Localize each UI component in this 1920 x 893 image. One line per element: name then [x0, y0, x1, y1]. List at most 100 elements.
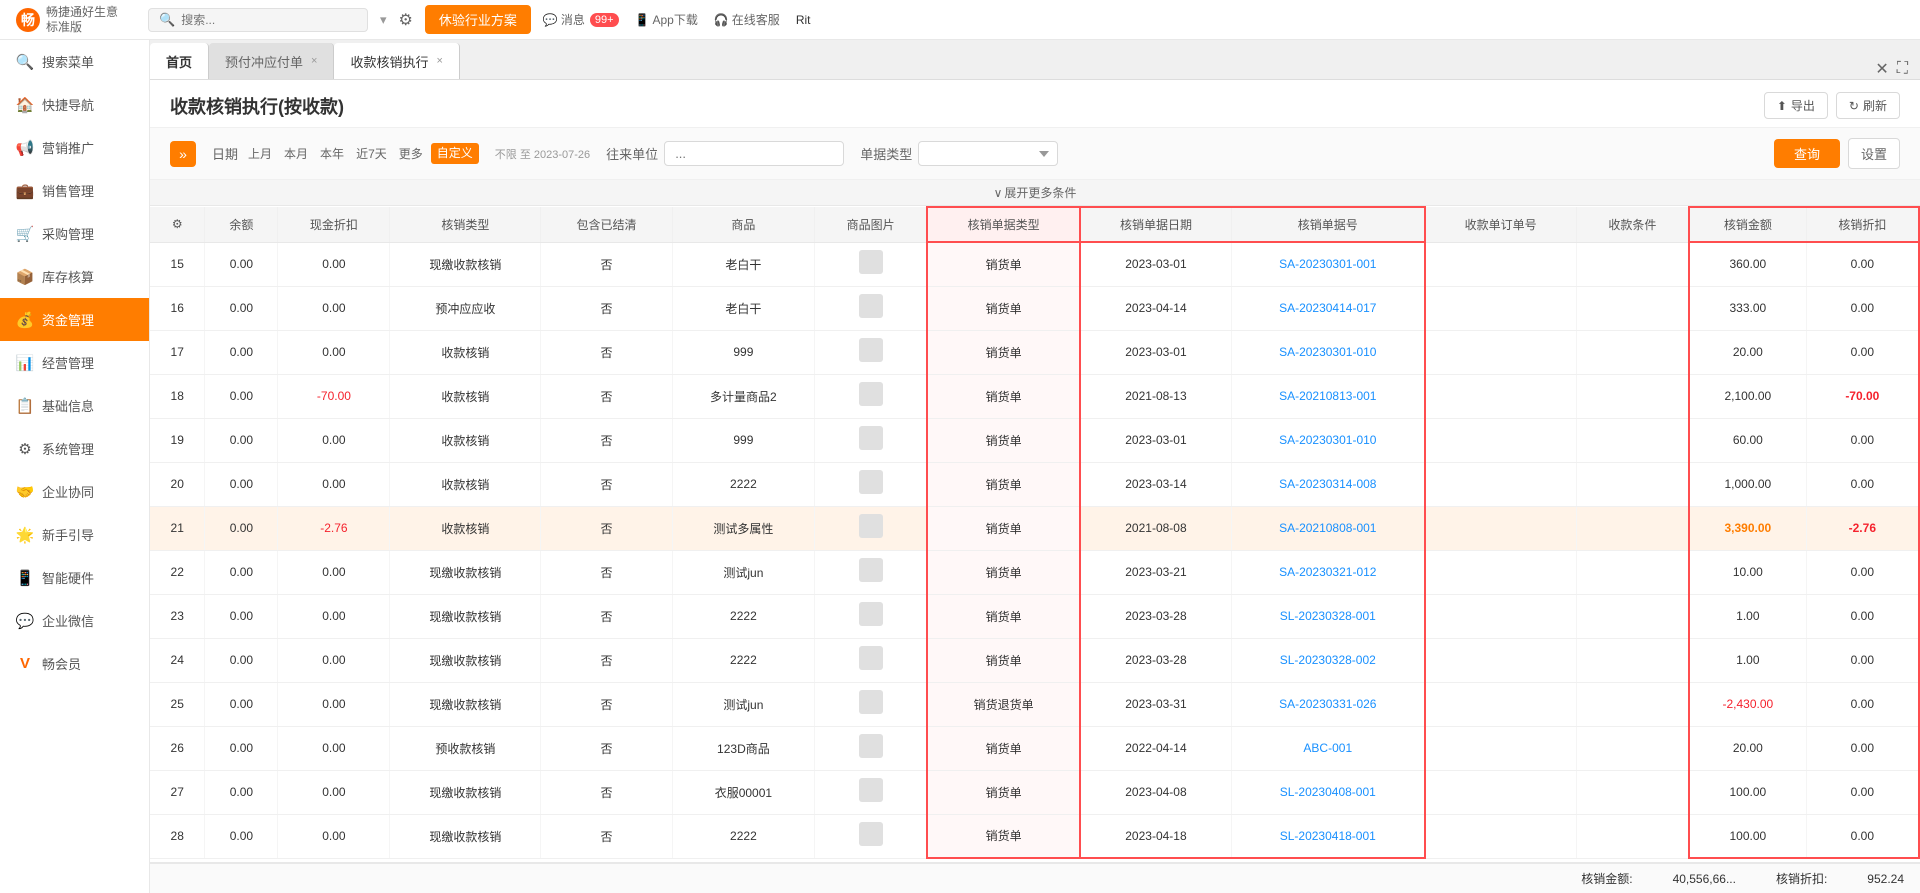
sidebar-item-marketing[interactable]: 📢 营销推广: [0, 126, 149, 169]
table-cell: 2222: [672, 638, 814, 682]
table-cell: 10.00: [1689, 550, 1806, 594]
refresh-btn[interactable]: ↻ 刷新: [1836, 92, 1900, 119]
table-cell: 现缴收款核销: [390, 550, 541, 594]
voucher-no-link[interactable]: SL-20230328-001: [1280, 609, 1376, 623]
table-cell: 2023-04-18: [1080, 814, 1232, 858]
voucher-no-link[interactable]: SA-20230301-001: [1279, 257, 1376, 271]
window-expand-icon[interactable]: ⛶: [1897, 60, 1908, 78]
fund-icon: 💰: [16, 311, 34, 329]
tab-prepay-label: 预付冲应付单: [225, 52, 303, 71]
sidebar-item-corp[interactable]: 🤝 企业协同: [0, 470, 149, 513]
voucher-no-link[interactable]: ABC-001: [1303, 741, 1352, 755]
table-cell: 销货单: [927, 550, 1080, 594]
setting-btn[interactable]: 设置: [1848, 138, 1900, 169]
table-cell: 0.00: [1806, 242, 1919, 286]
voucher-no-link[interactable]: SA-20230321-012: [1279, 565, 1376, 579]
sidebar-item-hw[interactable]: 📱 智能硬件: [0, 556, 149, 599]
industry-btn[interactable]: 休验行业方案: [425, 5, 531, 34]
sidebar-item-stock[interactable]: 📦 库存核算: [0, 255, 149, 298]
sidebar-item-sys[interactable]: ⚙ 系统管理: [0, 427, 149, 470]
table-row: 170.000.00收款核销否999销货单2023-03-01SA-202303…: [150, 330, 1919, 374]
table-cell: 0.00: [205, 330, 278, 374]
sidebar-item-purchase[interactable]: 🛒 采购管理: [0, 212, 149, 255]
table-cell: 2023-03-21: [1080, 550, 1232, 594]
tab-receipt-close[interactable]: ×: [436, 55, 442, 67]
export-btn[interactable]: ⬆ 导出: [1764, 92, 1828, 119]
query-btn[interactable]: 查询: [1774, 139, 1840, 168]
tab-receipt-offset[interactable]: 收款核销执行 ×: [334, 43, 459, 79]
table-cell: [1425, 418, 1577, 462]
sidebar-item-biz[interactable]: 📊 经营管理: [0, 341, 149, 384]
table-cell: 销货单: [927, 374, 1080, 418]
date-last-month[interactable]: 上月: [244, 143, 276, 164]
voucher-no-link[interactable]: SA-20230314-008: [1279, 477, 1376, 491]
dropdown-icon[interactable]: ▾: [380, 12, 387, 28]
table-cell: [1425, 814, 1577, 858]
sidebar-item-vip[interactable]: V 畅会员: [0, 642, 149, 685]
voucher-no-link[interactable]: SA-20230301-010: [1279, 345, 1376, 359]
voucher-no-link[interactable]: SL-20230418-001: [1280, 829, 1376, 843]
col-settings[interactable]: ⚙: [150, 207, 205, 242]
voucher-no-link[interactable]: SA-20230331-026: [1279, 697, 1376, 711]
tab-bar: 首页 预付冲应付单 × 收款核销执行 × ✕ ⛶: [150, 40, 1920, 80]
table-row: 220.000.00现缴收款核销否测试jun销货单2023-03-21SA-20…: [150, 550, 1919, 594]
voucher-no-link[interactable]: SA-20230414-017: [1279, 301, 1376, 315]
online-service[interactable]: 🎧 在线客服: [714, 11, 780, 28]
partner-input[interactable]: [664, 141, 844, 166]
table-cell: 0.00: [278, 286, 390, 330]
date-this-year[interactable]: 本年: [316, 143, 348, 164]
search-box[interactable]: 🔍: [148, 8, 368, 32]
sidebar-item-guide[interactable]: 🌟 新手引导: [0, 513, 149, 556]
table-cell: 否: [541, 330, 672, 374]
table-cell: [1576, 242, 1689, 286]
table-cell: 0.00: [1806, 814, 1919, 858]
table-cell: 否: [541, 242, 672, 286]
table-cell: 销货单: [927, 418, 1080, 462]
table-cell: 现缴收款核销: [390, 682, 541, 726]
table-cell: [815, 374, 928, 418]
date-custom[interactable]: 自定义: [431, 143, 479, 164]
sidebar-label: 畅会员: [42, 654, 81, 673]
voucher-no-link[interactable]: SA-20210808-001: [1279, 521, 1376, 535]
table-cell: [1425, 286, 1577, 330]
table-cell: 否: [541, 462, 672, 506]
table-cell: 999: [672, 330, 814, 374]
voucher-no-link[interactable]: SL-20230408-001: [1280, 785, 1376, 799]
user-name[interactable]: Rit: [796, 13, 811, 27]
search-menu-icon: 🔍: [16, 53, 34, 71]
sidebar-item-sales[interactable]: 💼 销售管理: [0, 169, 149, 212]
voucher-no-link[interactable]: SL-20230328-002: [1280, 653, 1376, 667]
sidebar-item-wechat[interactable]: 💬 企业微信: [0, 599, 149, 642]
sidebar: 🔍 搜索菜单 🏠 快捷导航 📢 营销推广 💼 销售管理 🛒 采购管理 📦 库存核…: [0, 40, 150, 893]
gear-icon[interactable]: ⚙: [399, 10, 413, 30]
search-input[interactable]: [181, 13, 341, 27]
table-footer: 核销金额: 40,556,66... 核销折扣: 952.24: [150, 862, 1920, 893]
table-cell: 预收款核销: [390, 726, 541, 770]
tab-prepay-close[interactable]: ×: [311, 55, 317, 67]
voucher-no-link[interactable]: SA-20210813-001: [1279, 389, 1376, 403]
service-icon: 🎧: [714, 13, 729, 27]
app-download[interactable]: 📱 App下载: [635, 11, 698, 28]
message-area[interactable]: 💬 消息 99+: [543, 11, 619, 28]
sidebar-label: 搜索菜单: [42, 52, 94, 71]
sidebar-item-search-menu[interactable]: 🔍 搜索菜单: [0, 40, 149, 83]
sidebar-item-fund[interactable]: 💰 资金管理: [0, 298, 149, 341]
doctype-select[interactable]: 销货单 销货退货单: [918, 141, 1058, 166]
filter-toggle-btn[interactable]: »: [170, 141, 196, 167]
table-cell: 收款核销: [390, 506, 541, 550]
table-cell: [1576, 462, 1689, 506]
table-cell: [815, 594, 928, 638]
date-last-7days[interactable]: 近7天: [352, 143, 391, 164]
voucher-no-link[interactable]: SA-20230301-010: [1279, 433, 1376, 447]
tab-prepay-offset[interactable]: 预付冲应付单 ×: [209, 43, 334, 79]
sidebar-item-basic[interactable]: 📋 基础信息: [0, 384, 149, 427]
date-more[interactable]: 更多: [395, 143, 427, 164]
sidebar-item-quick-nav[interactable]: 🏠 快捷导航: [0, 83, 149, 126]
table-cell: SA-20230314-008: [1232, 462, 1425, 506]
table-cell: SL-20230418-001: [1232, 814, 1425, 858]
window-close-icon[interactable]: ✕: [1875, 59, 1888, 79]
expand-more-link[interactable]: ∨ 展开更多条件: [994, 184, 1077, 201]
date-this-month[interactable]: 本月: [280, 143, 312, 164]
tab-home[interactable]: 首页: [150, 43, 209, 79]
table-cell: 0.00: [278, 594, 390, 638]
